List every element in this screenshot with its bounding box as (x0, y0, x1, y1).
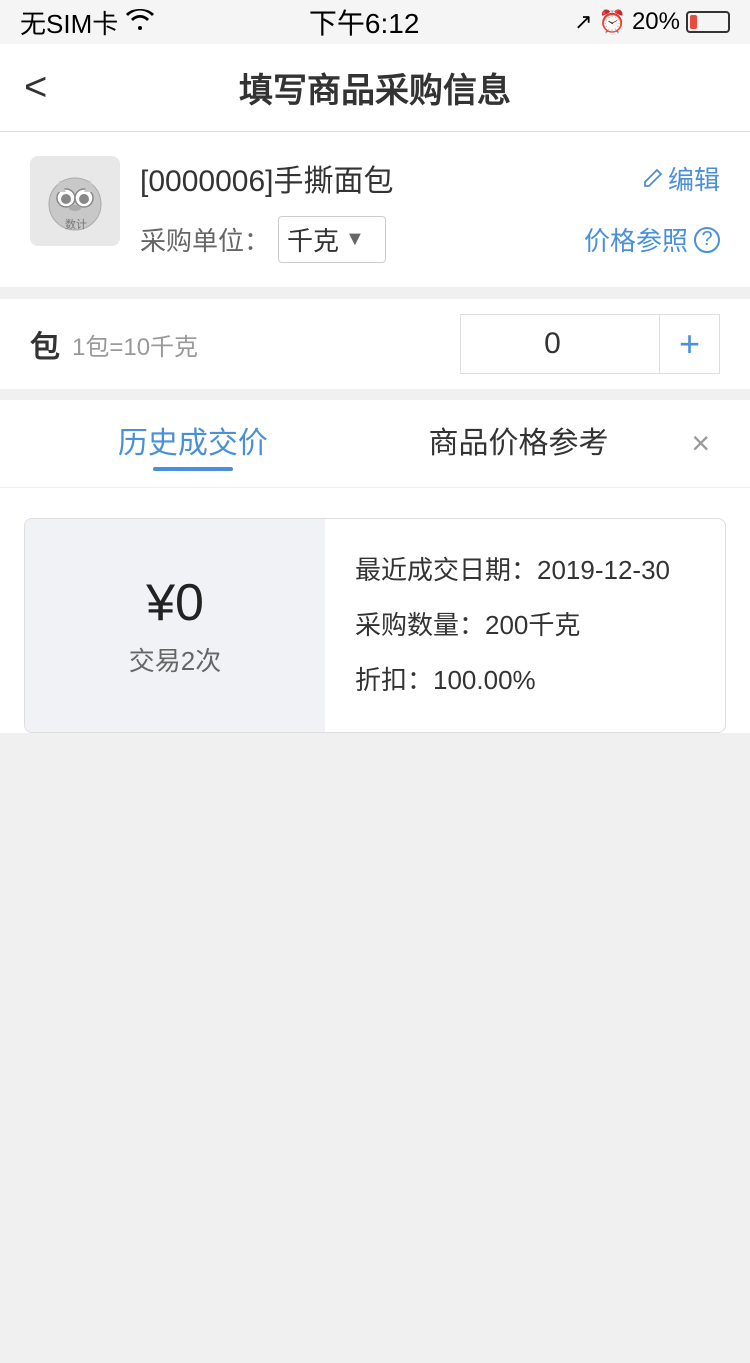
edit-icon (642, 167, 664, 189)
page-title: 填写商品采购信息 (239, 63, 511, 112)
discount-label: 折扣： (355, 665, 433, 695)
product-logo: 数计 (30, 156, 120, 246)
back-arrow-icon: < (24, 65, 47, 109)
price-ref-label: 价格参照 (584, 221, 688, 258)
quantity-input[interactable] (460, 314, 660, 374)
nav-bar: < 填写商品采购信息 (0, 44, 750, 132)
alarm-icon: ⏰ (599, 9, 626, 35)
edit-button[interactable]: 编辑 (642, 160, 720, 197)
close-icon: × (691, 425, 710, 461)
product-name: [0000006]手撕面包 (140, 156, 393, 200)
tab-history-price[interactable]: 历史成交价 (30, 418, 356, 470)
status-bar: 无SIM卡 下午6:12 ↗ ⏰ 20% (0, 0, 750, 44)
purchase-qty-row: 采购数量：200千克 (355, 606, 695, 645)
price-ref-button[interactable]: 价格参照 ? (584, 221, 720, 258)
history-trade-count: 交易2次 (129, 641, 221, 678)
history-price-left: ¥0 交易2次 (25, 519, 325, 732)
history-price-card: ¥0 交易2次 最近成交日期：2019-12-30 采购数量：200千克 折扣：… (24, 518, 726, 733)
product-header: [0000006]手撕面包 编辑 (140, 156, 720, 200)
divider-1 (0, 287, 750, 297)
quantity-section: 包 1包=10千克 + (0, 299, 750, 389)
svg-text:数计: 数计 (65, 218, 87, 231)
back-button[interactable]: < (24, 65, 47, 110)
recent-date-value: 2019-12-30 (537, 555, 670, 585)
tabs-section: 历史成交价 商品价格参考 × ¥0 交易2次 最近成交日期：2019-12-30… (0, 399, 750, 733)
plus-icon: + (679, 323, 700, 365)
tabs-header: 历史成交价 商品价格参考 × (0, 400, 750, 488)
edit-label: 编辑 (668, 160, 720, 197)
battery-indicator (686, 11, 730, 33)
discount-value: 100.00% (433, 665, 536, 695)
discount-row: 折扣：100.00% (355, 661, 695, 700)
purchase-qty-label: 采购数量： (355, 610, 485, 640)
location-icon: ↗ (574, 9, 592, 35)
bottom-area (0, 763, 750, 1363)
unit-label: 采购单位： 千克 ▼ (140, 216, 386, 263)
tab-close-button[interactable]: × (681, 415, 720, 472)
quantity-left: 包 1包=10千克 (30, 322, 198, 366)
history-price-value: ¥0 (146, 573, 204, 633)
price-ref-info-icon: ? (694, 227, 720, 253)
product-unit-row: 采购单位： 千克 ▼ 价格参照 ? (140, 216, 720, 263)
dropdown-arrow-icon: ▼ (345, 228, 365, 251)
status-left: 无SIM卡 (20, 4, 154, 41)
tab2-label: 商品价格参考 (428, 427, 608, 460)
status-right: ↗ ⏰ 20% (574, 8, 730, 36)
product-logo-svg: 数计 (40, 166, 110, 236)
purchase-qty-value: 200千克 (485, 610, 580, 640)
history-details: 最近成交日期：2019-12-30 采购数量：200千克 折扣：100.00% (325, 519, 725, 732)
recent-date-label: 最近成交日期： (355, 555, 537, 585)
quantity-plus-button[interactable]: + (660, 314, 720, 374)
tab-product-price-ref[interactable]: 商品价格参考 (356, 418, 682, 470)
battery-percent: 20% (632, 8, 680, 36)
status-time: 下午6:12 (309, 2, 420, 42)
tab1-label: 历史成交价 (118, 427, 268, 460)
wifi-icon (126, 7, 154, 38)
quantity-unit-badge: 包 (30, 322, 60, 366)
unit-text: 采购单位： (140, 221, 270, 258)
product-info: [0000006]手撕面包 编辑 采购单位： 千克 ▼ 价格参照 ? (140, 156, 720, 263)
quantity-right: + (460, 314, 720, 374)
recent-date-row: 最近成交日期：2019-12-30 (355, 551, 695, 590)
unit-value: 千克 (287, 221, 339, 258)
product-card: 数计 [0000006]手撕面包 编辑 采购单位： 千克 ▼ 价格参照 (0, 132, 750, 287)
quantity-conversion: 1包=10千克 (72, 327, 198, 362)
unit-select-button[interactable]: 千克 ▼ (278, 216, 386, 263)
carrier-label: 无SIM卡 (20, 4, 118, 41)
tab-active-indicator (153, 467, 233, 471)
